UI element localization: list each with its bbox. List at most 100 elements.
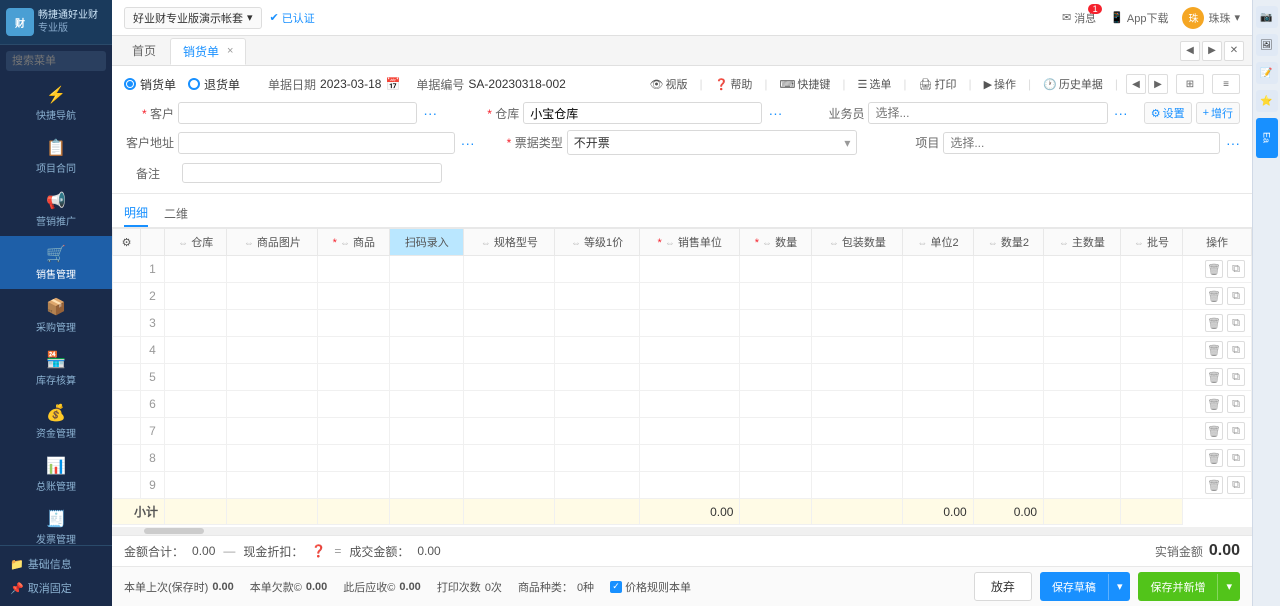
copy-row-btn[interactable]: ⧉: [1227, 449, 1245, 467]
cell-action[interactable]: 🗑 ⧉: [1183, 310, 1252, 337]
cell-unit[interactable]: [639, 364, 740, 391]
copy-row-btn[interactable]: ⧉: [1227, 341, 1245, 359]
table-row[interactable]: 4 🗑 ⧉: [113, 337, 1252, 364]
col-main-qty[interactable]: ⇔ 主数量: [1044, 229, 1121, 256]
customer-dots[interactable]: ···: [423, 105, 437, 121]
cell-action[interactable]: 🗑 ⧉: [1183, 337, 1252, 364]
print-btn[interactable]: 🖨 打印: [914, 74, 960, 94]
cell-qty[interactable]: [740, 391, 812, 418]
cell-spec[interactable]: [464, 418, 555, 445]
cell-img[interactable]: [227, 337, 318, 364]
help-icon2[interactable]: ❓: [311, 544, 326, 558]
setup-btn[interactable]: ⚙ 设置: [1144, 102, 1192, 124]
cell-main-qty[interactable]: [1044, 283, 1121, 310]
delete-row-btn[interactable]: 🗑: [1205, 476, 1223, 494]
cell-batch[interactable]: [1120, 256, 1182, 283]
cell-main-qty[interactable]: [1044, 310, 1121, 337]
right-panel-btn-2[interactable]: 🖼: [1256, 34, 1278, 56]
table-row[interactable]: 5 🗑 ⧉: [113, 364, 1252, 391]
cell-main-qty[interactable]: [1044, 391, 1121, 418]
cell-warehouse[interactable]: [165, 256, 227, 283]
cell-unit2[interactable]: [903, 418, 973, 445]
cell-unit2[interactable]: [903, 391, 973, 418]
copy-row-btn[interactable]: ⧉: [1227, 422, 1245, 440]
staff-input[interactable]: [868, 102, 1107, 124]
cell-warehouse[interactable]: [165, 445, 227, 472]
col-unit[interactable]: ⇔ 销售单位: [639, 229, 740, 256]
tab-prev-btn[interactable]: ◀: [1180, 41, 1200, 61]
col-unit2[interactable]: ⇔ 单位2: [903, 229, 973, 256]
col-qty2[interactable]: ⇔ 数量2: [973, 229, 1043, 256]
col-settings[interactable]: ⚙: [113, 229, 141, 256]
cell-qty[interactable]: [740, 256, 812, 283]
cell-pack[interactable]: [812, 418, 903, 445]
layout-grid-btn[interactable]: ⊞: [1176, 74, 1204, 94]
cell-unit2[interactable]: [903, 364, 973, 391]
shortcut-btn[interactable]: ⌨ 快捷键: [775, 74, 834, 94]
cell-goods[interactable]: [318, 445, 390, 472]
cell-goods[interactable]: [318, 364, 390, 391]
cell-img[interactable]: [227, 283, 318, 310]
cell-price[interactable]: [555, 364, 640, 391]
cell-qty2[interactable]: [973, 337, 1043, 364]
cell-pack[interactable]: [812, 391, 903, 418]
table-row[interactable]: 1 🗑 ⧉: [113, 256, 1252, 283]
cell-qty2[interactable]: [973, 310, 1043, 337]
sidebar-item-marketing[interactable]: 📢 营销推广: [0, 183, 112, 236]
staff-dots[interactable]: ···: [1114, 105, 1128, 121]
delete-row-btn[interactable]: 🗑: [1205, 314, 1223, 332]
sidebar-item-account[interactable]: 📊 总账管理: [0, 448, 112, 501]
cell-goods[interactable]: [318, 337, 390, 364]
cell-spec[interactable]: [464, 445, 555, 472]
col-qty[interactable]: ⇔ 数量: [740, 229, 812, 256]
sidebar-item-inventory[interactable]: 🏪 库存核算: [0, 342, 112, 395]
cell-qty[interactable]: [740, 445, 812, 472]
cell-unit[interactable]: [639, 418, 740, 445]
cell-main-qty[interactable]: [1044, 418, 1121, 445]
table-row[interactable]: 7 🗑 ⧉: [113, 418, 1252, 445]
cell-unit[interactable]: [639, 256, 740, 283]
sidebar-item-purchase[interactable]: 📦 采购管理: [0, 289, 112, 342]
cell-price[interactable]: [555, 418, 640, 445]
col-img[interactable]: ⇔ 商品图片: [227, 229, 318, 256]
cell-unit2[interactable]: [903, 337, 973, 364]
cell-qty[interactable]: [740, 472, 812, 499]
tab-detail[interactable]: 明细: [124, 200, 148, 227]
cell-unit2[interactable]: [903, 256, 973, 283]
save-draft-main[interactable]: 保存草稿: [1040, 574, 1109, 600]
cell-scan[interactable]: [390, 445, 464, 472]
cell-unit[interactable]: [639, 472, 740, 499]
cell-unit[interactable]: [639, 445, 740, 472]
sidebar-item-invoice[interactable]: 🧾 发票管理: [0, 501, 112, 545]
table-row[interactable]: 9 🗑 ⧉: [113, 472, 1252, 499]
cell-unit[interactable]: [639, 337, 740, 364]
cell-scan[interactable]: [390, 472, 464, 499]
cell-action[interactable]: 🗑 ⧉: [1183, 283, 1252, 310]
cell-img[interactable]: [227, 418, 318, 445]
cell-unit2[interactable]: [903, 283, 973, 310]
cell-batch[interactable]: [1120, 391, 1182, 418]
col-spec[interactable]: ⇔ 规格型号: [464, 229, 555, 256]
delete-row-btn[interactable]: 🗑: [1205, 260, 1223, 278]
copy-row-btn[interactable]: ⧉: [1227, 260, 1245, 278]
right-panel-btn-4[interactable]: ⭐: [1256, 90, 1278, 112]
project-dots[interactable]: ···: [1226, 135, 1240, 151]
abandon-button[interactable]: 放弃: [974, 572, 1032, 601]
cell-qty2[interactable]: [973, 256, 1043, 283]
sidebar-item-finance[interactable]: 💰 资金管理: [0, 395, 112, 448]
warehouse-input[interactable]: [523, 102, 762, 124]
user-menu[interactable]: 珠 珠珠 ▾: [1182, 7, 1240, 29]
cell-scan[interactable]: [390, 418, 464, 445]
tab-2d[interactable]: 二维: [164, 201, 188, 226]
save-new-main[interactable]: 保存并新增: [1138, 574, 1218, 600]
cell-price[interactable]: [555, 445, 640, 472]
cell-spec[interactable]: [464, 391, 555, 418]
cell-img[interactable]: [227, 445, 318, 472]
cell-spec[interactable]: [464, 472, 555, 499]
address-input[interactable]: [178, 132, 455, 154]
help-btn[interactable]: ❓ 帮助: [711, 74, 757, 94]
cell-goods[interactable]: [318, 472, 390, 499]
delete-row-btn[interactable]: 🗑: [1205, 341, 1223, 359]
cell-pack[interactable]: [812, 283, 903, 310]
cell-action[interactable]: 🗑 ⧉: [1183, 391, 1252, 418]
